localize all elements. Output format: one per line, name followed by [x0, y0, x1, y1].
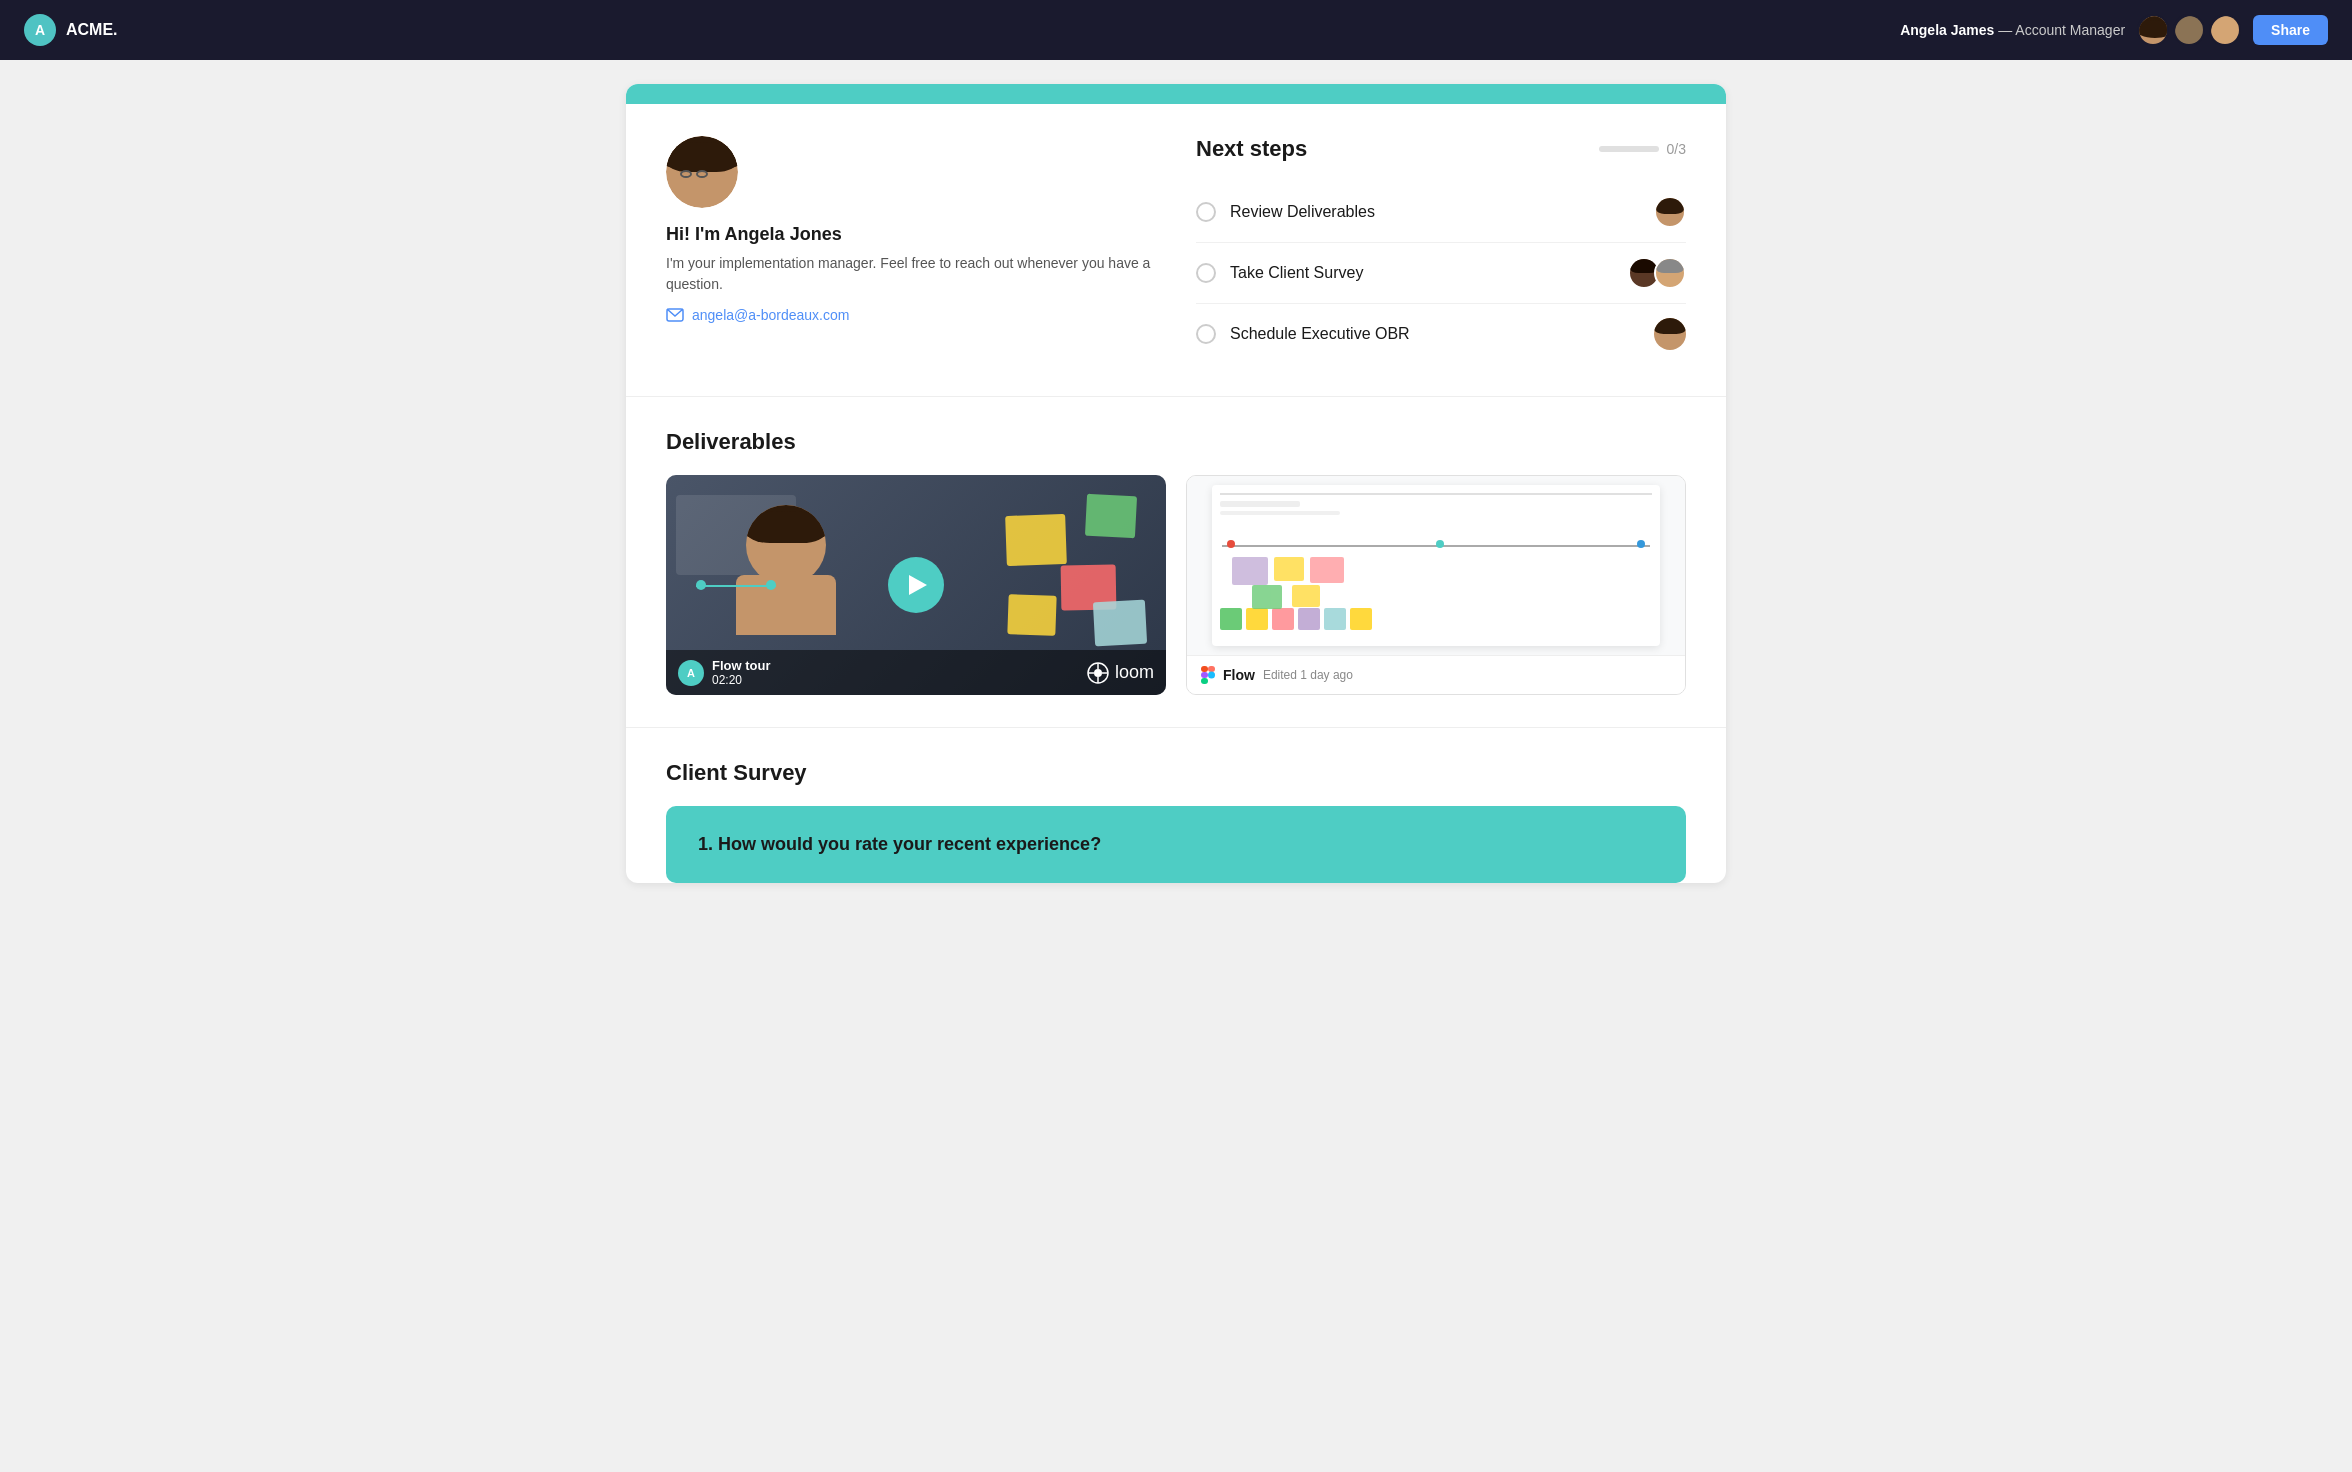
step-item-obr[interactable]: Schedule Executive OBR [1196, 304, 1686, 364]
top-navigation: A ACME. Angela James — Account Manager [0, 0, 2352, 60]
step-radio-survey[interactable] [1196, 263, 1216, 283]
teal-banner [626, 84, 1726, 104]
step-label-survey: Take Client Survey [1230, 264, 1363, 282]
loom-logo: loom [1087, 662, 1154, 684]
app-name: ACME. [66, 21, 118, 39]
intro-left: Hi! I'm Angela Jones I'm your implementa… [666, 136, 1156, 364]
doc-name: Flow [1223, 667, 1255, 683]
deliverables-grid: A Flow tour 02:20 [666, 475, 1686, 695]
intro-email-link[interactable]: angela@a-bordeaux.com [666, 307, 1156, 323]
step-label-review: Review Deliverables [1230, 203, 1375, 221]
step-avatars-review [1654, 196, 1686, 228]
intro-name: Hi! I'm Angela Jones [666, 224, 1156, 245]
question-number: 1. [698, 834, 713, 854]
doc-preview [1187, 476, 1685, 655]
svg-rect-8 [1208, 666, 1215, 672]
doc-canvas [1212, 485, 1660, 646]
play-button[interactable] [888, 557, 944, 613]
survey-question-card: 1. How would you rate your recent experi… [666, 806, 1686, 883]
svg-rect-7 [1201, 666, 1208, 672]
svg-point-11 [1208, 672, 1215, 679]
page-wrapper: Hi! I'm Angela Jones I'm your implementa… [0, 60, 2352, 1472]
step-avatar-3 [1654, 318, 1686, 350]
deliverables-title: Deliverables [666, 429, 1686, 455]
next-steps-header: Next steps 0/3 [1196, 136, 1686, 162]
video-meta: Flow tour 02:20 [712, 658, 771, 687]
survey-question: 1. How would you rate your recent experi… [698, 834, 1654, 855]
intro-description: I'm your implementation manager. Feel fr… [666, 253, 1156, 295]
share-button[interactable]: Share [2253, 15, 2328, 45]
figma-icon [1201, 666, 1215, 684]
survey-title: Client Survey [666, 760, 1686, 786]
main-card: Hi! I'm Angela Jones I'm your implementa… [626, 84, 1726, 883]
play-icon [909, 575, 927, 595]
steps-list: Review Deliverables Take Client Survey [1196, 182, 1686, 364]
video-card[interactable]: A Flow tour 02:20 [666, 475, 1166, 695]
step-avatar-2b [1654, 257, 1686, 289]
svg-point-2 [1094, 669, 1102, 677]
video-footer: A Flow tour 02:20 [666, 650, 1166, 695]
progress-bar [1599, 146, 1659, 152]
avatar-secondary [2173, 14, 2205, 46]
steps-progress: 0/3 [1599, 141, 1686, 157]
step-radio-review[interactable] [1196, 202, 1216, 222]
step-avatar-1 [1654, 196, 1686, 228]
video-user-avatar: A [678, 660, 704, 686]
intro-section: Hi! I'm Angela Jones I'm your implementa… [626, 104, 1726, 397]
doc-footer: Flow Edited 1 day ago [1187, 655, 1685, 694]
step-label-obr: Schedule Executive OBR [1230, 325, 1410, 343]
avatar-group [2137, 14, 2241, 46]
user-info: Angela James — Account Manager [1900, 22, 2125, 38]
logo-icon: A [24, 14, 56, 46]
deliverables-section: Deliverables [626, 397, 1726, 728]
nav-brand: A ACME. [24, 14, 118, 46]
avatar-main [2137, 14, 2169, 46]
doc-edited: Edited 1 day ago [1263, 668, 1353, 682]
video-user: A Flow tour 02:20 [678, 658, 771, 687]
next-steps-panel: Next steps 0/3 Review Deliverables [1196, 136, 1686, 364]
svg-rect-10 [1201, 678, 1208, 684]
step-radio-obr[interactable] [1196, 324, 1216, 344]
email-icon [666, 308, 684, 322]
survey-section: Client Survey 1. How would you rate your… [626, 728, 1726, 883]
next-steps-title: Next steps [1196, 136, 1307, 162]
progress-text: 0/3 [1667, 141, 1686, 157]
question-text: How would you rate your recent experienc… [718, 834, 1101, 854]
loom-icon [1087, 662, 1109, 684]
avatar-tertiary [2209, 14, 2241, 46]
step-item-review[interactable]: Review Deliverables [1196, 182, 1686, 243]
step-avatars-obr [1654, 318, 1686, 350]
profile-image [666, 136, 738, 208]
step-item-survey[interactable]: Take Client Survey [1196, 243, 1686, 304]
doc-card[interactable]: Flow Edited 1 day ago [1186, 475, 1686, 695]
nav-right: Angela James — Account Manager Share [1900, 14, 2328, 46]
step-avatars-survey [1628, 257, 1686, 289]
svg-rect-9 [1201, 672, 1208, 678]
